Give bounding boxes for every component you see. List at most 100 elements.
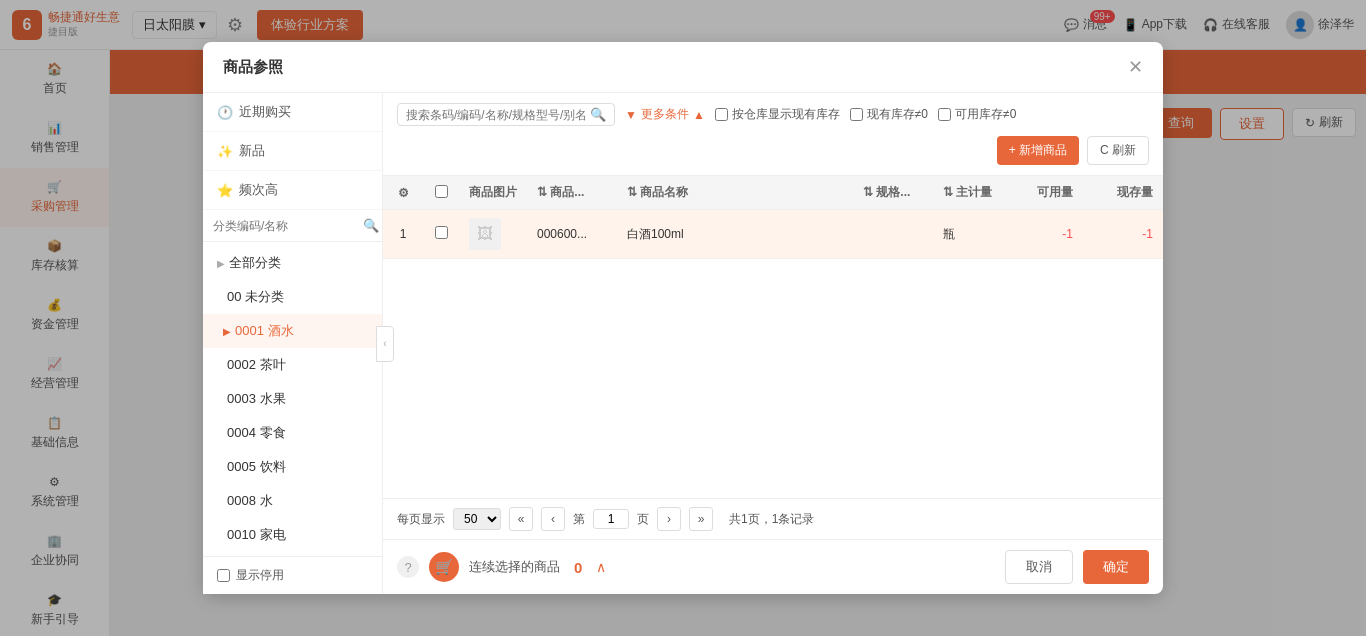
- tree-item-all[interactable]: ▶ 全部分类: [203, 246, 382, 280]
- checkbox-avail-ne0[interactable]: 可用库存≠0: [938, 106, 1016, 123]
- search-icon[interactable]: 🔍: [590, 107, 606, 122]
- row-code: 000600...: [527, 210, 617, 259]
- tree-item-label: 0003 水果: [227, 390, 286, 408]
- last-page-button[interactable]: »: [689, 507, 713, 531]
- product-table: ⚙ 商品图片 ⇅ 商品... ⇅: [383, 176, 1163, 259]
- table-spec-header[interactable]: ⇅ 规格...: [853, 176, 933, 210]
- tree-arrow-icon: ▶: [217, 258, 225, 269]
- filter-icon: ▼: [625, 108, 637, 122]
- search-input[interactable]: [406, 108, 586, 122]
- add-product-button[interactable]: + 新增商品: [997, 136, 1079, 165]
- tab-recent-purchase[interactable]: 🕐 近期购买: [203, 93, 382, 132]
- tree-item-label: 0002 茶叶: [227, 356, 286, 374]
- tree-item-appliance[interactable]: 0010 家电: [203, 518, 382, 552]
- modal-footer-actions: ? 🛒 连续选择的商品 0 ∧ 取消 确定: [383, 540, 1163, 594]
- recent-icon: 🕐: [217, 105, 233, 120]
- footer-right: 取消 确定: [1005, 550, 1149, 584]
- row-available: -1: [1003, 210, 1083, 259]
- table-name-header[interactable]: ⇅ 商品名称: [617, 176, 853, 210]
- new-icon: ✨: [217, 144, 233, 159]
- cancel-button[interactable]: 取消: [1005, 550, 1073, 584]
- confirm-button[interactable]: 确定: [1083, 550, 1149, 584]
- modal-right-panel: 🔍 ▼ 更多条件 ▲ 按仓库显示现有库存 现有库存≠0: [383, 93, 1163, 594]
- total-info: 共1页，1条记录: [729, 511, 814, 528]
- modal: 商品参照 ✕ 🕐 近期购买 ✨ 新品 ⭐ 频次高: [203, 42, 1163, 594]
- tree-item-label: 0008 水: [227, 492, 273, 510]
- row-unit: 瓶: [933, 210, 1003, 259]
- table-settings-header[interactable]: ⚙: [383, 176, 423, 210]
- select-all-checkbox[interactable]: [435, 185, 448, 198]
- left-search-box: 🔍: [203, 210, 382, 242]
- tree-item-beverage[interactable]: 0005 饮料: [203, 450, 382, 484]
- row-spec: [853, 210, 933, 259]
- left-panel-collapse-button[interactable]: ‹: [376, 326, 394, 362]
- tab-label: 新品: [239, 142, 265, 160]
- table-unit-header[interactable]: ⇅ 主计量: [933, 176, 1003, 210]
- footer-left: ? 🛒 连续选择的商品 0 ∧: [397, 552, 606, 582]
- per-page-select[interactable]: 50: [453, 508, 501, 530]
- filter-arrow-icon: ▲: [693, 108, 705, 122]
- table-code-header[interactable]: ⇅ 商品...: [527, 176, 617, 210]
- page-suffix-label: 页: [637, 511, 649, 528]
- filter-label: 更多条件: [641, 106, 689, 123]
- left-search-icon[interactable]: 🔍: [363, 218, 379, 233]
- tree-item-water[interactable]: 0008 水: [203, 484, 382, 518]
- modal-overlay: 商品参照 ✕ 🕐 近期购买 ✨ 新品 ⭐ 频次高: [0, 0, 1366, 636]
- row-check[interactable]: [423, 210, 459, 259]
- modal-left-panel: 🕐 近期购买 ✨ 新品 ⭐ 频次高 ‹: [203, 93, 383, 594]
- tree-item-label: 0010 家电: [227, 526, 286, 544]
- cart-button[interactable]: 🛒: [429, 552, 459, 582]
- stock-ne0-checkbox[interactable]: [850, 108, 863, 121]
- table-stock-header: 现存量: [1083, 176, 1163, 210]
- footer-collapse-button[interactable]: ∧: [596, 559, 606, 575]
- row-num: 1: [383, 210, 423, 259]
- table-row[interactable]: 1 🖼 000600... 白酒100ml 瓶 -1 -1: [383, 210, 1163, 259]
- by-warehouse-checkbox[interactable]: [715, 108, 728, 121]
- by-warehouse-label: 按仓库显示现有库存: [732, 106, 840, 123]
- product-thumbnail: 🖼: [469, 218, 501, 250]
- tree-item-tea[interactable]: 0002 茶叶: [203, 348, 382, 382]
- help-button[interactable]: ?: [397, 556, 419, 578]
- modal-title: 商品参照: [223, 58, 283, 77]
- table-check-header: [423, 176, 459, 210]
- show-disabled-text: 显示停用: [236, 567, 284, 584]
- checkbox-by-warehouse[interactable]: 按仓库显示现有库存: [715, 106, 840, 123]
- next-page-button[interactable]: ›: [657, 507, 681, 531]
- left-search-input[interactable]: [213, 219, 363, 233]
- checkbox-stock-ne0[interactable]: 现有库存≠0: [850, 106, 928, 123]
- row-name: 白酒100ml: [617, 210, 853, 259]
- avail-ne0-label: 可用库存≠0: [955, 106, 1016, 123]
- sort-icon: ⇅: [627, 185, 637, 199]
- category-tree: ▶ 全部分类 00 未分类 ▶ 0001 酒水 0002 茶叶 0003 水果: [203, 242, 382, 556]
- show-disabled-checkbox[interactable]: [217, 569, 230, 582]
- first-page-button[interactable]: «: [509, 507, 533, 531]
- row-img: 🖼: [459, 210, 527, 259]
- tree-item-label: 0001 酒水: [235, 322, 294, 340]
- toolbar-right: + 新增商品 C 刷新: [997, 136, 1149, 165]
- prev-page-button[interactable]: ‹: [541, 507, 565, 531]
- avail-ne0-checkbox[interactable]: [938, 108, 951, 121]
- tree-item-snack[interactable]: 0004 零食: [203, 416, 382, 450]
- tree-item-liquor[interactable]: ▶ 0001 酒水: [203, 314, 382, 348]
- tab-label: 频次高: [239, 181, 278, 199]
- tree-item-label: 0005 饮料: [227, 458, 286, 476]
- left-footer: 显示停用: [203, 556, 382, 594]
- tab-high-frequency[interactable]: ⭐ 频次高: [203, 171, 382, 210]
- sort-icon: ⇅: [537, 185, 547, 199]
- table-img-header: 商品图片: [459, 176, 527, 210]
- tree-item-fruit[interactable]: 0003 水果: [203, 382, 382, 416]
- tab-new-product[interactable]: ✨ 新品: [203, 132, 382, 171]
- selected-label: 连续选择的商品: [469, 558, 560, 576]
- modal-left-tabs: 🕐 近期购买 ✨ 新品 ⭐ 频次高: [203, 93, 382, 210]
- modal-close-button[interactable]: ✕: [1128, 56, 1143, 78]
- tree-item-label: 0004 零食: [227, 424, 286, 442]
- tree-item-uncategorized[interactable]: 00 未分类: [203, 280, 382, 314]
- filter-button[interactable]: ▼ 更多条件 ▲: [625, 106, 705, 123]
- page-number-input[interactable]: [593, 509, 629, 529]
- stock-ne0-label: 现有库存≠0: [867, 106, 928, 123]
- per-page-label: 每页显示: [397, 511, 445, 528]
- row-checkbox[interactable]: [435, 226, 448, 239]
- refresh-button[interactable]: C 刷新: [1087, 136, 1149, 165]
- tab-label: 近期购买: [239, 103, 291, 121]
- show-disabled-label[interactable]: 显示停用: [217, 567, 368, 584]
